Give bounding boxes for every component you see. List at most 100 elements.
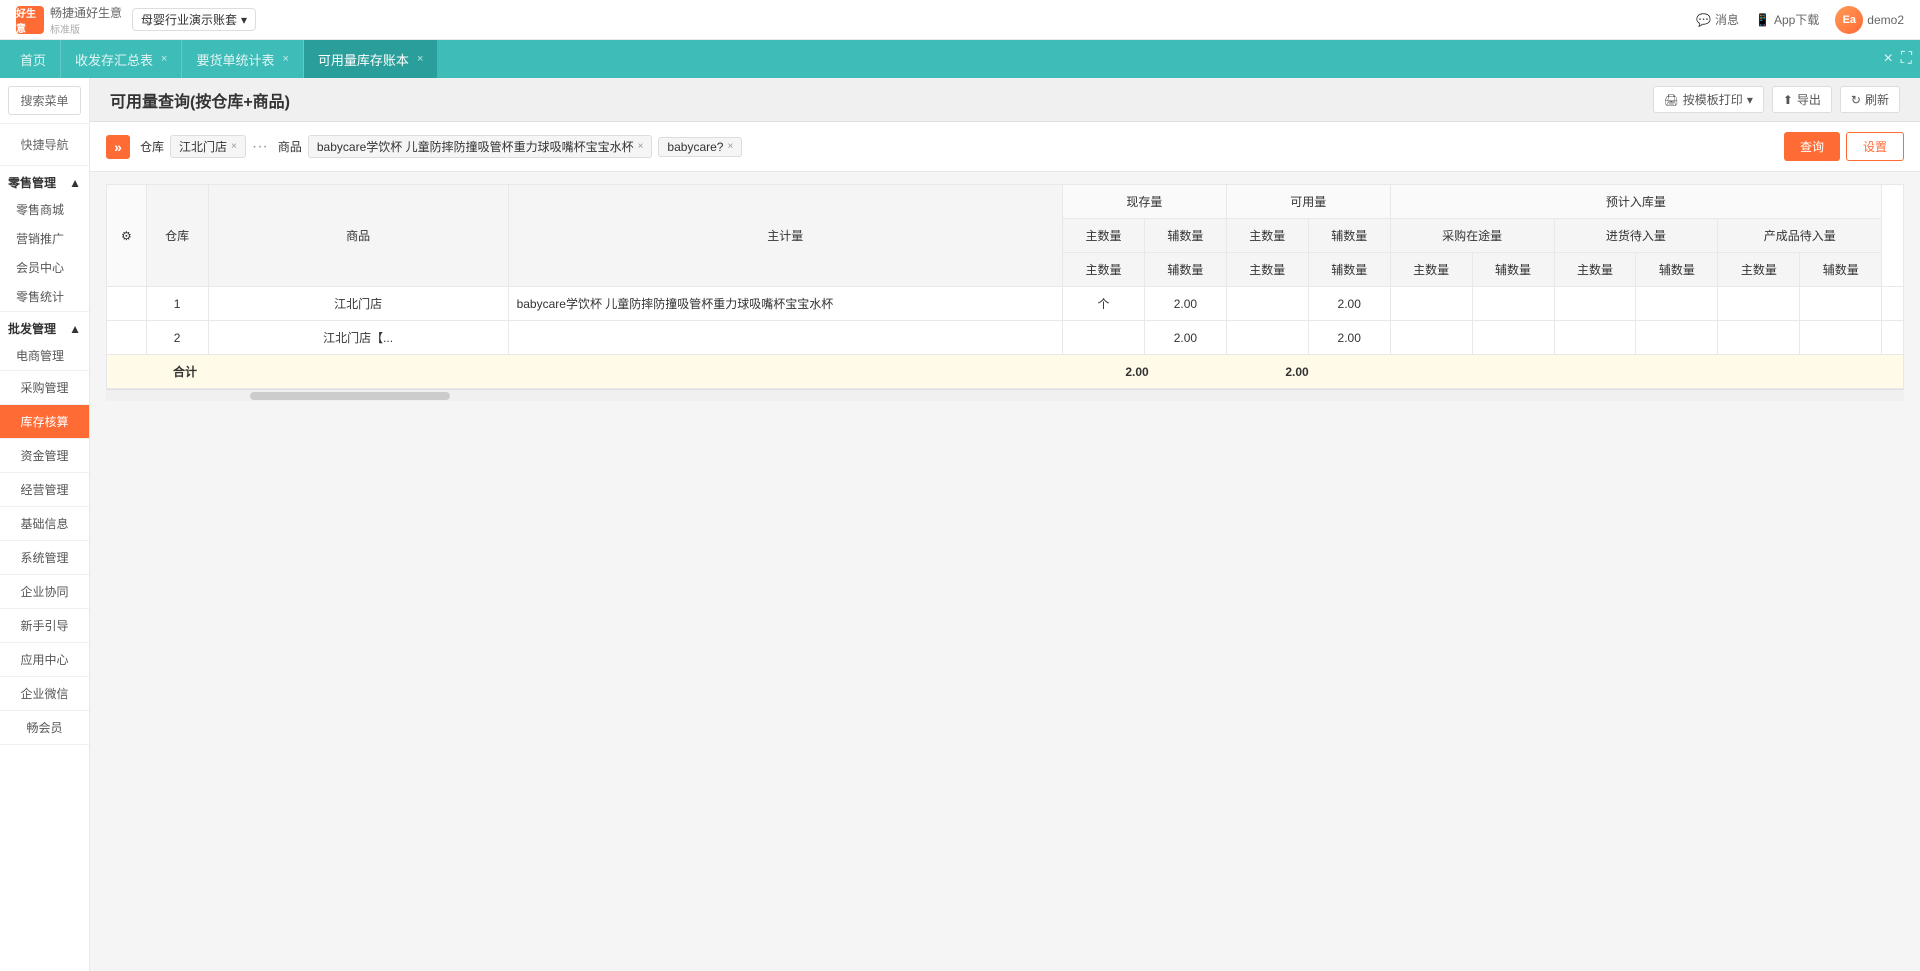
- tab-available[interactable]: 可用量库存账本 ×: [304, 40, 438, 78]
- sidebar-item-ecommerce[interactable]: 电商管理: [0, 341, 89, 370]
- row-stock-aux-1: [1226, 321, 1308, 355]
- th-stock-aux: 辅数量: [1144, 219, 1226, 253]
- th-incoming-aux: 辅数量: [1636, 253, 1718, 287]
- row-available-aux-0: [1390, 287, 1472, 321]
- chevron-up-icon: ▲: [69, 176, 81, 190]
- tab-orders[interactable]: 要货单统计表 ×: [182, 40, 303, 78]
- print-icon: 🖨: [1664, 93, 1679, 107]
- sidebar-item-retail-mall[interactable]: 零售商城: [0, 195, 89, 224]
- row-production-aux-1: [1882, 321, 1904, 355]
- th-purchase-group: 采购在途量: [1390, 219, 1554, 253]
- tab-receipts[interactable]: 收发存汇总表 ×: [61, 40, 182, 78]
- th-incoming-main: 主数量: [1554, 253, 1636, 287]
- product-tag1[interactable]: babycare学饮杯 儿童防摔防撞吸管杯重力球吸嘴杯宝宝水杯 ×: [308, 135, 653, 158]
- th-stock-main: 主数量: [1062, 219, 1144, 253]
- warehouse-more-icon[interactable]: ···: [252, 138, 268, 156]
- row-index-1: 2: [146, 321, 208, 355]
- product-tag1-close[interactable]: ×: [638, 141, 644, 152]
- sidebar-item-wechat[interactable]: 企业微信: [0, 677, 89, 711]
- enterprise-select[interactable]: 母婴行业演示账套 ▾: [132, 8, 256, 31]
- sidebar-group-wholesale-header[interactable]: 批发管理 ▲: [0, 312, 89, 341]
- filter-area: » 仓库 江北门店 × ··· 商品 babycare学饮杯 儿童防摔防撞吸管杯…: [90, 122, 1920, 172]
- user-profile[interactable]: Ea demo2: [1835, 6, 1904, 34]
- row-product-0: babycare学饮杯 儿童防摔防撞吸管杯重力球吸嘴杯宝宝水杯: [508, 287, 1062, 321]
- sidebar-item-retail-stats[interactable]: 零售统计: [0, 282, 89, 311]
- row-incoming-main-1: [1636, 321, 1718, 355]
- row-purchase-main-0: [1472, 287, 1554, 321]
- message-button[interactable]: 💬 消息: [1696, 11, 1739, 28]
- page-header: 可用量查询(按仓库+商品) 🖨 按模板打印 ▾ ⬆ 导出 ↻ 刷新: [90, 78, 1920, 122]
- sidebar-item-guide[interactable]: 新手引导: [0, 609, 89, 643]
- sidebar-item-basics[interactable]: 基础信息: [0, 507, 89, 541]
- tab-orders-close[interactable]: ×: [282, 53, 288, 65]
- app-download-button[interactable]: 📱 App下载: [1755, 11, 1819, 28]
- sidebar-group-retail: 零售管理 ▲ 零售商城 营销推广 会员中心 零售统计: [0, 166, 89, 312]
- tab-receipts-close[interactable]: ×: [161, 53, 167, 65]
- refresh-button[interactable]: ↻ 刷新: [1840, 86, 1900, 113]
- th-stock-group: 现存量: [1062, 185, 1226, 219]
- print-button[interactable]: 🖨 按模板打印 ▾: [1653, 86, 1764, 113]
- th-purchase-aux: 辅数量: [1472, 253, 1554, 287]
- row-incoming-aux-0: [1718, 287, 1800, 321]
- fullscreen-icon[interactable]: ⛶: [1901, 50, 1912, 68]
- row-production-main-0: [1800, 287, 1882, 321]
- warehouse-tag-close[interactable]: ×: [231, 141, 237, 152]
- export-icon: ⬆: [1783, 93, 1793, 107]
- sidebar-item-quick-nav[interactable]: 快捷导航: [0, 130, 89, 159]
- row-unit-0: 个: [1062, 287, 1144, 321]
- table-row: 1 江北门店 babycare学饮杯 儿童防摔防撞吸管杯重力球吸嘴杯宝宝水杯 个…: [107, 287, 1904, 321]
- th-planned-group: 预计入库量: [1390, 185, 1882, 219]
- sidebar-item-inventory[interactable]: 库存核算: [0, 405, 89, 439]
- filter-actions: 查询 设置: [1784, 132, 1904, 161]
- filter-toggle-button[interactable]: »: [106, 135, 130, 159]
- scroll-thumb[interactable]: [250, 392, 450, 400]
- sidebar-item-finance[interactable]: 资金管理: [0, 439, 89, 473]
- row-gear-0: [107, 287, 147, 321]
- row-incoming-aux-1: [1718, 321, 1800, 355]
- th-available-main2: 主数量: [1226, 253, 1308, 287]
- settings-button[interactable]: 设置: [1846, 132, 1904, 161]
- sidebar-item-system[interactable]: 系统管理: [0, 541, 89, 575]
- row-product-1: [508, 321, 1062, 355]
- tab-close-all-icon[interactable]: ×: [1883, 50, 1892, 68]
- th-incoming-group: 进货待入量: [1554, 219, 1718, 253]
- table-wrapper: ⚙ 仓库 商品 主计量 现存量 可用量 预计入库量 主数量 辅数量 主数量 辅数…: [90, 172, 1920, 971]
- row-available-aux-1: [1390, 321, 1472, 355]
- sidebar-item-purchase[interactable]: 采购管理: [0, 371, 89, 405]
- row-index-0: 1: [146, 287, 208, 321]
- sidebar-group-retail-header[interactable]: 零售管理 ▲: [0, 166, 89, 195]
- tab-available-close[interactable]: ×: [417, 53, 423, 65]
- tab-home[interactable]: 首页: [0, 40, 61, 78]
- product-tag2[interactable]: babycare? ×: [658, 137, 742, 157]
- sidebar-item-vip[interactable]: 畅会员: [0, 711, 89, 745]
- row-production-aux-0: [1882, 287, 1904, 321]
- sidebar-item-apps[interactable]: 应用中心: [0, 643, 89, 677]
- sidebar-quick-nav: 快捷导航: [0, 124, 89, 166]
- print-chevron-icon: ▾: [1747, 93, 1753, 107]
- avatar: Ea: [1835, 6, 1863, 34]
- data-table: ⚙ 仓库 商品 主计量 现存量 可用量 预计入库量 主数量 辅数量 主数量 辅数…: [106, 184, 1904, 355]
- th-product: 商品: [208, 185, 508, 287]
- row-production-main-1: [1800, 321, 1882, 355]
- row-purchase-aux-0: [1554, 287, 1636, 321]
- row-gear-1: [107, 321, 147, 355]
- sidebar-item-marketing[interactable]: 营销推广: [0, 224, 89, 253]
- sidebar-item-enterprise[interactable]: 企业协同: [0, 575, 89, 609]
- th-gear[interactable]: ⚙: [107, 185, 147, 287]
- th-available-aux2: 辅数量: [1308, 253, 1390, 287]
- sidebar-item-member[interactable]: 会员中心: [0, 253, 89, 282]
- logo-text: 畅捷通好生意 标准版: [50, 4, 122, 36]
- th-warehouse: 仓库: [146, 185, 208, 287]
- warehouse-tag[interactable]: 江北门店 ×: [170, 135, 246, 158]
- row-warehouse-1: 江北门店【...: [208, 321, 508, 355]
- product-tag2-close[interactable]: ×: [727, 141, 733, 152]
- export-button[interactable]: ⬆ 导出: [1772, 86, 1832, 113]
- search-menu-button[interactable]: 搜索菜单: [8, 86, 81, 115]
- refresh-icon: ↻: [1851, 93, 1861, 107]
- logo-area: 好生意 畅捷通好生意 标准版: [16, 4, 122, 36]
- table-scrollbar[interactable]: [106, 389, 1904, 401]
- query-button[interactable]: 查询: [1784, 132, 1840, 161]
- sidebar-item-operations[interactable]: 经营管理: [0, 473, 89, 507]
- row-stock-main-1: 2.00: [1144, 321, 1226, 355]
- row-available-main-0: 2.00: [1308, 287, 1390, 321]
